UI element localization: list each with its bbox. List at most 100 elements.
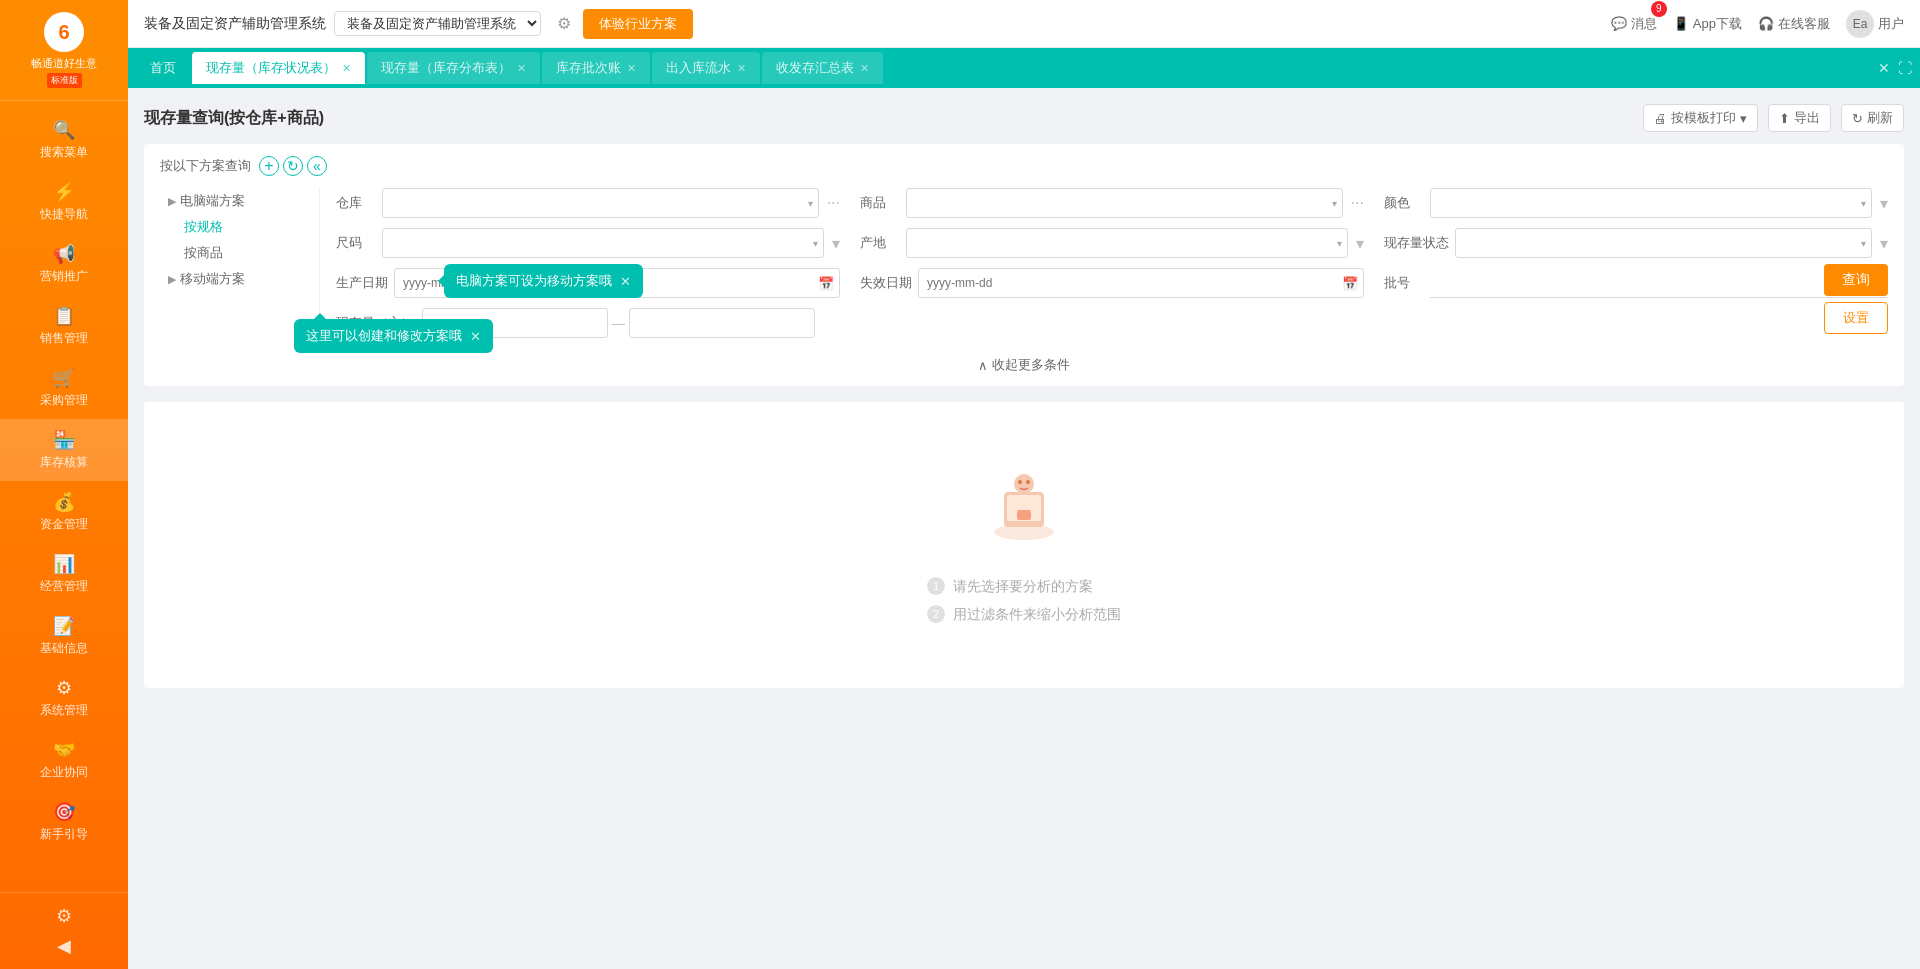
hint-text-2: 用过滤条件来缩小分析范围 [953, 600, 1121, 628]
scheme-desktop[interactable]: ▶ 电脑端方案 [160, 188, 307, 214]
warehouse-select-wrap [382, 188, 819, 218]
app-download-item[interactable]: 📱 App下载 [1673, 15, 1742, 33]
page-content: 现存量查询(按仓库+商品) 🖨 按模板打印 ▾ ⬆ 导出 ↻ 刷新 [128, 88, 1920, 969]
goods-select[interactable] [906, 188, 1343, 218]
sidebar-item-system[interactable]: ⚙ 系统管理 [0, 667, 128, 729]
print-button[interactable]: 🖨 按模板打印 ▾ [1643, 104, 1758, 132]
size-select[interactable] [382, 228, 824, 258]
tab-close-icon[interactable]: ✕ [627, 62, 636, 75]
empty-hint-2: 2 用过滤条件来缩小分析范围 [927, 600, 1121, 628]
tab-inout-flow[interactable]: 出入库流水 ✕ [652, 52, 760, 84]
calendar-icon2: 📅 [1342, 276, 1358, 291]
query-label: 按以下方案查询 [160, 157, 251, 175]
goods-dots[interactable]: ··· [1351, 194, 1364, 212]
user-item[interactable]: Ea 用户 [1846, 10, 1904, 38]
settings-icon[interactable]: ⚙ [557, 14, 571, 33]
color-select[interactable] [1430, 188, 1872, 218]
stock-status-field: 现存量状态 ▾ [1384, 228, 1888, 258]
sidebar-item-inventory[interactable]: 🏪 库存核算 [0, 419, 128, 481]
add-scheme-btn[interactable]: + [259, 156, 279, 176]
batch-label: 批号 [1384, 274, 1424, 292]
sidebar-item-basic[interactable]: 📝 基础信息 [0, 605, 128, 667]
export-button[interactable]: ⬆ 导出 [1768, 104, 1831, 132]
back-btn[interactable]: « [307, 156, 327, 176]
tab-batch-account[interactable]: 库存批次账 ✕ [542, 52, 650, 84]
sidebar-item-quick[interactable]: ⚡ 快捷导航 [0, 171, 128, 233]
size-field: 尺码 ▾ [336, 228, 840, 258]
online-service-item[interactable]: 🎧 在线客服 [1758, 15, 1830, 33]
refresh-scheme-btn[interactable]: ↻ [283, 156, 303, 176]
settings-bottom-icon[interactable]: ⚙ [56, 905, 72, 927]
sidebar-item-search[interactable]: 🔍 搜索菜单 [0, 109, 128, 171]
origin-select[interactable] [906, 228, 1348, 258]
tooltip2-close[interactable]: ✕ [470, 329, 481, 344]
sidebar-item-management[interactable]: 📊 经营管理 [0, 543, 128, 605]
reset-button[interactable]: 设置 [1824, 302, 1888, 334]
sales-icon: 📋 [53, 305, 75, 327]
solution-button[interactable]: 体验行业方案 [583, 9, 693, 39]
size-arrow: ▾ [832, 234, 840, 253]
hint-text-1: 请先选择要分析的方案 [953, 572, 1093, 600]
system-select[interactable]: 装备及固定资产辅助管理系统 [334, 11, 541, 36]
sidebar-item-purchase[interactable]: 🛒 采购管理 [0, 357, 128, 419]
sidebar-item-marketing[interactable]: 📢 营销推广 [0, 233, 128, 295]
tab-inventory-status[interactable]: 现存量（库存状况表） ✕ [192, 52, 365, 84]
sidebar-item-label: 经营管理 [40, 578, 88, 595]
sidebar-item-label: 基础信息 [40, 640, 88, 657]
tab-collect-summary[interactable]: 收发存汇总表 ✕ [762, 52, 883, 84]
hint-num-2: 2 [927, 605, 945, 623]
fullscreen-icon[interactable]: ⛶ [1898, 60, 1912, 76]
logo-icon: 6 [44, 12, 84, 52]
collapse-label: 收起更多条件 [992, 356, 1070, 374]
tooltip1-close[interactable]: ✕ [620, 274, 631, 289]
user-avatar: Ea [1846, 10, 1874, 38]
query-button[interactable]: 查询 [1824, 264, 1888, 296]
sidebar-item-label: 资金管理 [40, 516, 88, 533]
tab-home[interactable]: 首页 [136, 53, 190, 83]
color-dots[interactable]: ▾ [1880, 194, 1888, 213]
sidebar-item-finance[interactable]: 💰 资金管理 [0, 481, 128, 543]
close-all-icon[interactable]: ✕ [1878, 60, 1890, 76]
exp-date-input[interactable] [918, 268, 1364, 298]
scheme-sub-item-spec[interactable]: 按规格 [176, 214, 307, 240]
color-select-wrap [1430, 188, 1872, 218]
warehouse-dots[interactable]: ··· [827, 194, 840, 212]
message-label: 消息 [1631, 15, 1657, 33]
tab-close-icon[interactable]: ✕ [860, 62, 869, 75]
batch-input[interactable] [1430, 268, 1888, 298]
topbar: 装备及固定资产辅助管理系统 装备及固定资产辅助管理系统 ⚙ 体验行业方案 💬 消… [128, 0, 1920, 48]
goods-field: 商品 ··· [860, 188, 1364, 218]
topbar-title: 装备及固定资产辅助管理系统 装备及固定资产辅助管理系统 ⚙ [144, 11, 571, 36]
management-icon: 📊 [53, 553, 75, 575]
basic-icon: 📝 [53, 615, 75, 637]
tab-close-icon[interactable]: ✕ [517, 62, 526, 75]
sidebar-item-enterprise[interactable]: 🤝 企业协同 [0, 729, 128, 791]
size-label: 尺码 [336, 234, 376, 252]
tab-close-icon[interactable]: ✕ [342, 62, 351, 75]
scheme-mobile[interactable]: ▶ 移动端方案 [160, 266, 307, 292]
calendar-icon: 📅 [818, 276, 834, 291]
sidebar-item-label: 营销推广 [40, 268, 88, 285]
svg-point-4 [1018, 480, 1022, 484]
sidebar-bottom: ⚙ ◀ [0, 892, 128, 969]
filter-row-2: 尺码 ▾ 产地 [336, 228, 1888, 258]
filter-area: 按以下方案查询 + ↻ « 电脑方案可设为移动方案哦 ✕ 这里可以创建和修改方案… [144, 144, 1904, 386]
tab-inventory-dist[interactable]: 现存量（库存分布表） ✕ [367, 52, 540, 84]
quick-icon: ⚡ [53, 181, 75, 203]
refresh-label: 刷新 [1867, 109, 1893, 127]
scheme-sub-item-goods[interactable]: 按商品 [176, 240, 307, 266]
collapse-sidebar-icon[interactable]: ◀ [57, 935, 71, 957]
scheme-sub-spec-label: 按规格 [184, 218, 223, 236]
sidebar-item-sales[interactable]: 📋 销售管理 [0, 295, 128, 357]
stock-status-select[interactable] [1455, 228, 1872, 258]
sidebar-item-guide[interactable]: 🎯 新手引导 [0, 791, 128, 853]
message-item[interactable]: 💬 消息 9 [1611, 15, 1657, 33]
warehouse-select[interactable] [382, 188, 819, 218]
tab-close-icon[interactable]: ✕ [737, 62, 746, 75]
tab-label: 出入库流水 [666, 59, 731, 77]
qty-max-input[interactable] [629, 308, 815, 338]
refresh-button[interactable]: ↻ 刷新 [1841, 104, 1904, 132]
sidebar-nav: 🔍 搜索菜单 ⚡ 快捷导航 📢 营销推广 📋 销售管理 🛒 采购管理 🏪 库存核… [0, 101, 128, 892]
scheme-desktop-label: 电脑端方案 [180, 192, 245, 210]
sidebar-item-label: 企业协同 [40, 764, 88, 781]
